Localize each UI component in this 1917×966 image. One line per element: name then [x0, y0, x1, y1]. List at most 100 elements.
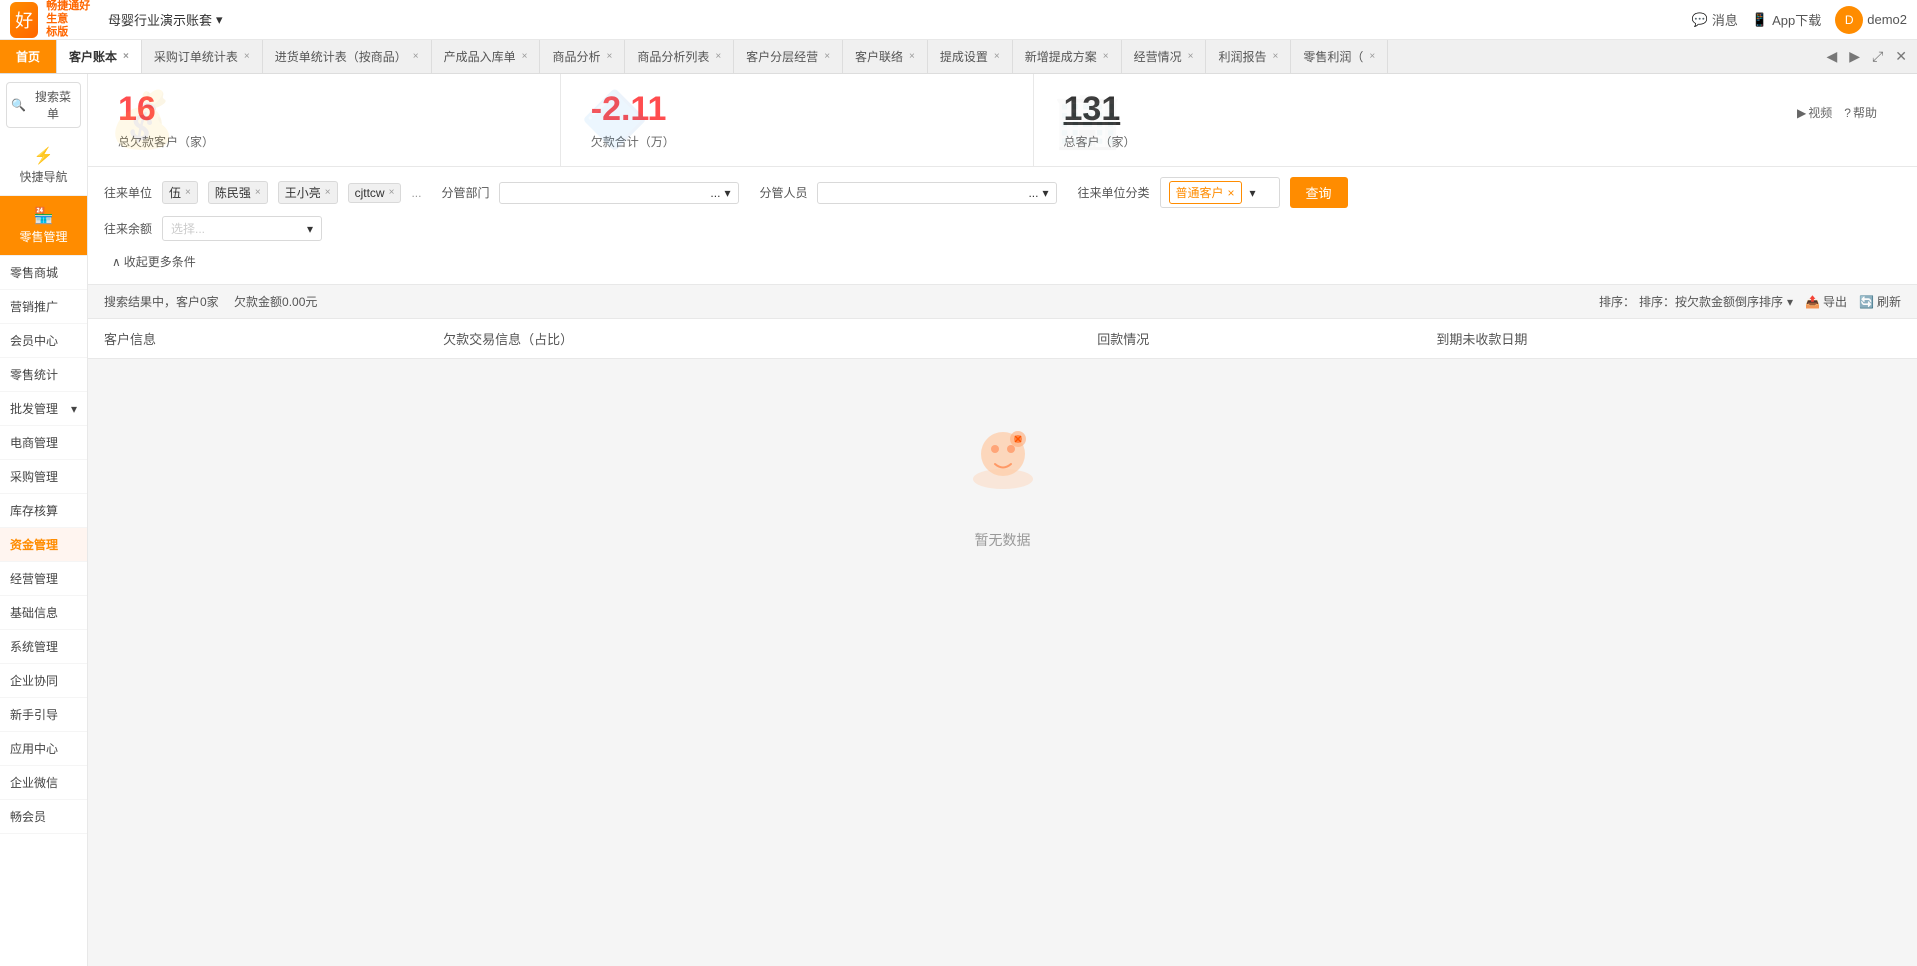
- filter-tag-cjttcw: cjttcw ×: [348, 183, 402, 203]
- empty-icon: [963, 419, 1043, 518]
- sidebar-item-wholesale[interactable]: 批发管理 ▾: [0, 392, 87, 426]
- sidebar-item-ecommerce[interactable]: 电商管理: [0, 426, 87, 460]
- dept-selector[interactable]: ... ▾: [499, 182, 739, 204]
- tab-close-profit[interactable]: ×: [1272, 51, 1278, 62]
- sidebar-item-system[interactable]: 系统管理: [0, 630, 87, 664]
- result-bar: 搜索结果中，客户0家 欠款金额0.00元 排序： 排序：按欠款金额倒序排序 ▾ …: [88, 285, 1917, 319]
- sidebar-item-inventory[interactable]: 库存核算: [0, 494, 87, 528]
- export-btn[interactable]: 📤 导出: [1805, 293, 1847, 310]
- unit-type-tag-close[interactable]: ×: [1228, 186, 1235, 200]
- balance-selector[interactable]: 选择... ▾: [162, 216, 322, 241]
- tab-customer-contact[interactable]: 客户联络 ×: [843, 40, 928, 73]
- sidebar-item-member[interactable]: 会员中心: [0, 324, 87, 358]
- tab-close-product-list[interactable]: ×: [715, 51, 721, 62]
- tab-close-segment[interactable]: ×: [824, 51, 830, 62]
- stat-total-owed: 🔷 -2.11 欠款合计（万）: [561, 74, 1034, 166]
- tab-close-produce[interactable]: ×: [522, 51, 528, 62]
- sidebar-item-enterprise-wechat[interactable]: 企业微信: [0, 766, 87, 800]
- sidebar-item-quick-nav[interactable]: ⚡ 快捷导航: [0, 136, 87, 196]
- sidebar-item-retail-stats[interactable]: 零售统计: [0, 358, 87, 392]
- tab-close-propose[interactable]: ×: [994, 51, 1000, 62]
- play-icon: ▶: [1797, 106, 1806, 120]
- sidebar-item-purchase[interactable]: 采购管理: [0, 460, 87, 494]
- tab-close-customer-account[interactable]: ×: [123, 51, 129, 62]
- tab-purchase-stats-by-product[interactable]: 进货单统计表（按商品） ×: [263, 40, 432, 73]
- tab-propose-settings[interactable]: 提成设置 ×: [928, 40, 1013, 73]
- tab-scroll-right[interactable]: ▶: [1845, 46, 1864, 67]
- tab-produce-storage[interactable]: 产成品入库单 ×: [432, 40, 541, 73]
- sidebar-item-enterprise[interactable]: 企业协同: [0, 664, 87, 698]
- unit-type-label: 往来单位分类: [1077, 184, 1149, 201]
- chevron-down-icon: ▾: [1250, 186, 1256, 200]
- person-selector[interactable]: ... ▾: [817, 182, 1057, 204]
- filter-tag-wang: 王小亮 ×: [278, 181, 338, 204]
- filter-row-2: 往来余额 选择... ▾: [104, 216, 1901, 241]
- tab-collapse[interactable]: ✕: [1891, 46, 1911, 67]
- unit-filter-label: 往来单位: [104, 184, 152, 201]
- stat-total-customers: 💰 16 总欠款客户（家）: [88, 74, 561, 166]
- tab-bar: 首页 客户账本 × 采购订单统计表 × 进货单统计表（按商品） × 产成品入库单…: [0, 40, 1917, 74]
- unit-type-selected-tag: 普通客户 ×: [1169, 181, 1242, 204]
- col-repayment: 回款情况: [1081, 319, 1420, 359]
- sidebar-item-operations-mgmt[interactable]: 经营管理: [0, 562, 87, 596]
- tab-customer-segment[interactable]: 客户分层经营 ×: [734, 40, 843, 73]
- logo-text: 畅捷通好生意 标版: [46, 0, 98, 39]
- sidebar-item-basic-info[interactable]: 基础信息: [0, 596, 87, 630]
- tab-close-retail-profit[interactable]: ×: [1369, 51, 1375, 62]
- tag-close-cjttcw[interactable]: ×: [389, 187, 395, 198]
- tag-close-wu[interactable]: ×: [185, 187, 191, 198]
- tab-retail-profit[interactable]: 零售利润（ ×: [1291, 40, 1388, 73]
- download-icon: 📱: [1752, 12, 1768, 28]
- sidebar-item-app-center[interactable]: 应用中心: [0, 732, 87, 766]
- dots-icon: ...: [1028, 186, 1038, 200]
- help-btn[interactable]: ? 帮助: [1844, 104, 1877, 121]
- tab-purchase-order-stats[interactable]: 采购订单统计表 ×: [142, 40, 263, 73]
- tab-operations[interactable]: 经营情况 ×: [1122, 40, 1207, 73]
- filter-tag-wu: 伍 ×: [162, 181, 198, 204]
- search-button[interactable]: 查询: [1290, 177, 1348, 208]
- filter-row-1: 往来单位 伍 × 陈民强 × 王小亮 × cjttcw × ...: [104, 177, 1901, 208]
- sidebar-item-retail[interactable]: 🏪 零售管理: [0, 196, 87, 256]
- system-selector[interactable]: 母婴行业演示账套 ▾: [108, 10, 223, 29]
- tab-customer-account[interactable]: 客户账本 ×: [57, 40, 142, 73]
- logo-icon: 好: [10, 2, 38, 38]
- tab-product-analysis[interactable]: 商品分析 ×: [540, 40, 625, 73]
- sidebar-item-retail-mall[interactable]: 零售商城: [0, 256, 87, 290]
- tab-home[interactable]: 首页: [0, 40, 57, 73]
- sidebar-item-finance[interactable]: 资金管理: [0, 528, 87, 562]
- refresh-btn[interactable]: 🔄 刷新: [1859, 293, 1901, 310]
- tab-expand[interactable]: ⤢: [1868, 46, 1887, 67]
- collapse-btn[interactable]: ∧ 收起更多条件: [104, 249, 1901, 274]
- tab-close-operations[interactable]: ×: [1188, 51, 1194, 62]
- tab-profit-report[interactable]: 利润报告 ×: [1206, 40, 1291, 73]
- sidebar-item-marketing[interactable]: 营销推广: [0, 290, 87, 324]
- tab-new-increase[interactable]: 新增提成方案 ×: [1013, 40, 1122, 73]
- tab-close-purchase-order[interactable]: ×: [244, 51, 250, 62]
- search-menu-btn[interactable]: 🔍 搜索菜单: [6, 82, 81, 128]
- user-menu[interactable]: D demo2: [1835, 6, 1907, 34]
- tab-scroll-left[interactable]: ◀: [1823, 46, 1842, 67]
- tag-close-chen[interactable]: ×: [255, 187, 261, 198]
- filter-area: 往来单位 伍 × 陈民强 × 王小亮 × cjttcw × ...: [88, 167, 1917, 285]
- tab-product-analysis-list[interactable]: 商品分析列表 ×: [625, 40, 734, 73]
- message-icon: 💬: [1692, 12, 1708, 28]
- tab-close-new-increase[interactable]: ×: [1103, 51, 1109, 62]
- tag-close-wang[interactable]: ×: [325, 187, 331, 198]
- stat-actions: ▶ 视频 ? 帮助: [1797, 90, 1877, 121]
- sort-label: 排序：: [1599, 293, 1635, 310]
- balance-filter-label: 往来余额: [104, 220, 152, 237]
- top-header: 好 畅捷通好生意 标版 母婴行业演示账套 ▾ 💬 消息 📱 App下载 D de…: [0, 0, 1917, 40]
- messages-btn[interactable]: 💬 消息: [1692, 10, 1738, 29]
- app-download-btn[interactable]: 📱 App下载: [1752, 10, 1821, 29]
- tab-close-product-analysis[interactable]: ×: [606, 51, 612, 62]
- video-btn[interactable]: ▶ 视频: [1797, 104, 1832, 121]
- sidebar-item-member-vip[interactable]: 畅会员: [0, 800, 87, 834]
- tab-close-purchase-stats[interactable]: ×: [413, 51, 419, 62]
- main-layout: 🔍 搜索菜单 ⚡ 快捷导航 🏪 零售管理 零售商城 营销推广 会员中心 零售统计…: [0, 74, 1917, 966]
- sidebar-item-new-guide[interactable]: 新手引导: [0, 698, 87, 732]
- sort-selector[interactable]: 排序： 排序：按欠款金额倒序排序 ▾: [1599, 293, 1793, 310]
- filter-more-tags[interactable]: ...: [411, 186, 421, 200]
- unit-type-selector[interactable]: 普通客户 × ▾: [1160, 177, 1280, 208]
- tab-close-contact[interactable]: ×: [909, 51, 915, 62]
- collapse-area: ∧ 收起更多条件: [104, 249, 1901, 274]
